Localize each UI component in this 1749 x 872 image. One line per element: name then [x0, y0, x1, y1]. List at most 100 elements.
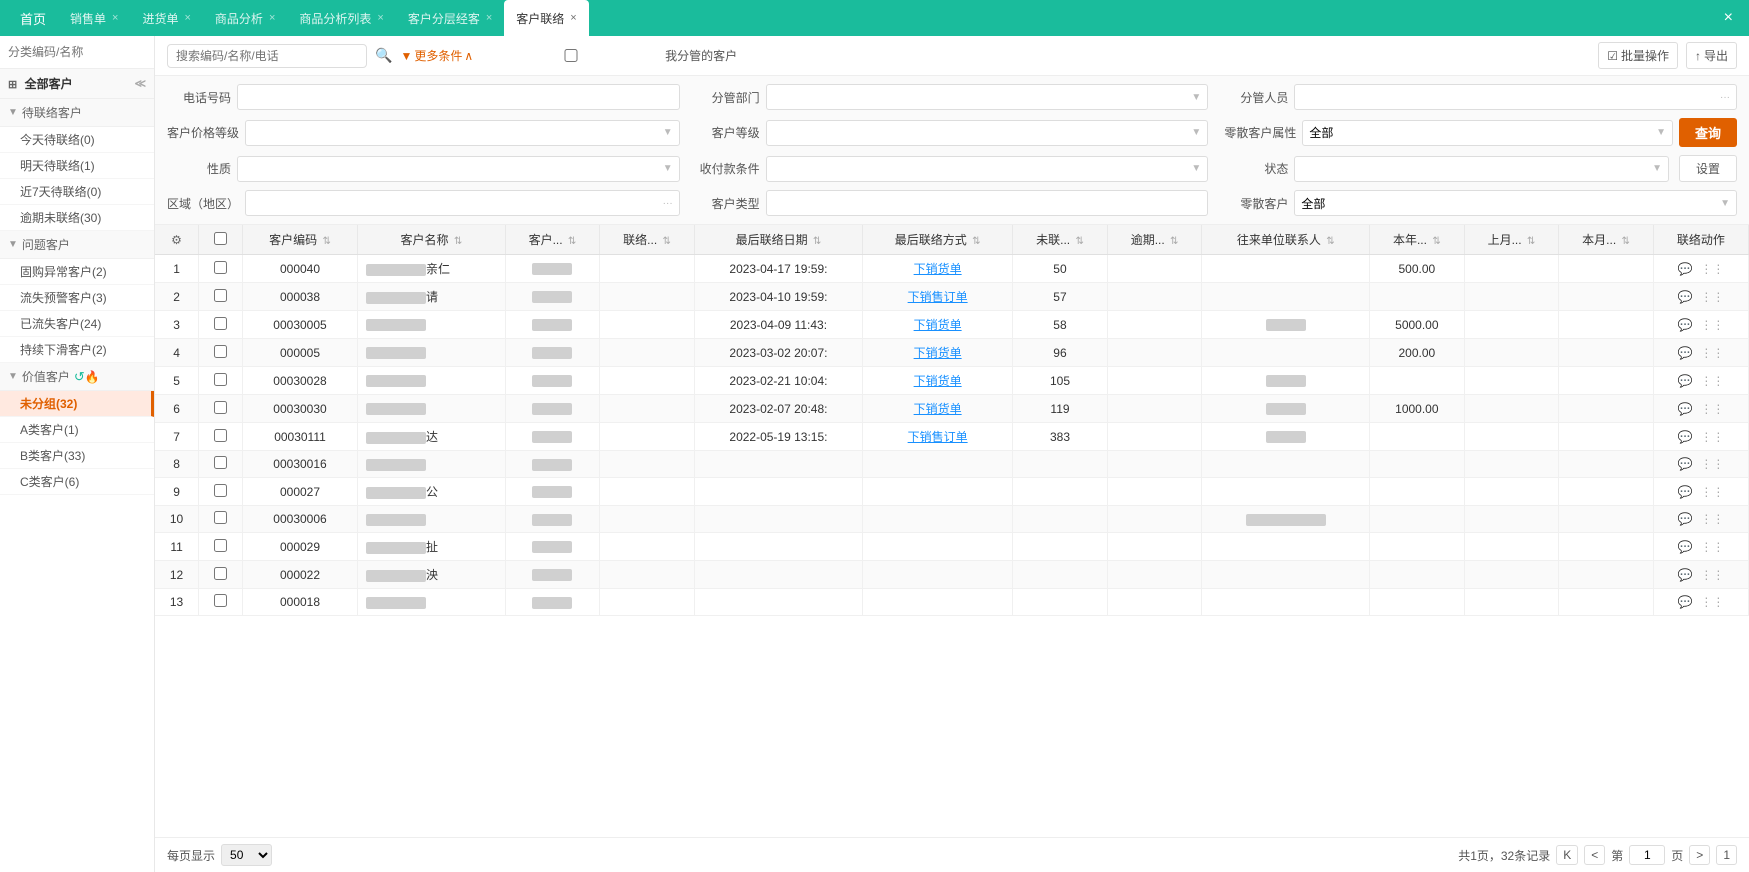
chat-icon[interactable]: 💬 [1677, 290, 1692, 304]
select-all-checkbox[interactable] [214, 232, 227, 245]
more-icon[interactable]: ⋮⋮ [1700, 346, 1724, 360]
more-icon[interactable]: ⋮⋮ [1700, 540, 1724, 554]
sidebar-group-problem[interactable]: ▼ 问题客户 [0, 231, 154, 259]
more-icon[interactable]: ⋮⋮ [1700, 457, 1724, 471]
settings-col-header[interactable]: ⚙ [155, 225, 199, 255]
this-year-col-header[interactable]: 本年... ⇅ [1370, 225, 1465, 255]
row-select-checkbox[interactable] [214, 567, 227, 580]
sidebar-item-today[interactable]: 今天待联络(0) [0, 127, 154, 153]
region-select[interactable]: ··· [245, 190, 680, 216]
more-icon[interactable]: ⋮⋮ [1700, 485, 1724, 499]
close-icon[interactable]: × [570, 12, 576, 24]
row-checkbox[interactable] [199, 311, 243, 339]
more-icon[interactable]: ⋮⋮ [1700, 290, 1724, 304]
chat-icon[interactable]: 💬 [1677, 512, 1692, 526]
sidebar-item-class-a[interactable]: A类客户(1) [0, 417, 154, 443]
close-icon[interactable]: × [377, 12, 383, 24]
contact-col-header[interactable]: 联络... ⇅ [600, 225, 695, 255]
sidebar-item-class-c[interactable]: C类客户(6) [0, 469, 154, 495]
row-checkbox[interactable] [199, 367, 243, 395]
more-icon[interactable]: ⋮⋮ [1700, 318, 1724, 332]
price-level-select[interactable]: ▼ [245, 120, 680, 146]
name-col-header[interactable]: 客户名称 ⇅ [358, 225, 506, 255]
overdue-col-header[interactable]: 逾期... ⇅ [1107, 225, 1202, 255]
last-date-col-header[interactable]: 最后联络日期 ⇅ [694, 225, 862, 255]
reset-button[interactable]: 设置 [1679, 155, 1737, 182]
row-checkbox[interactable] [199, 255, 243, 283]
nature-select[interactable]: ▼ [237, 156, 680, 182]
first-page-button[interactable]: K [1556, 845, 1578, 865]
page-input[interactable]: 1 [1629, 845, 1665, 865]
row-checkbox[interactable] [199, 339, 243, 367]
phone-input[interactable] [237, 84, 680, 110]
row-checkbox[interactable] [199, 283, 243, 311]
row-select-checkbox[interactable] [214, 456, 227, 469]
row-checkbox[interactable] [199, 395, 243, 423]
more-icon[interactable]: ⋮⋮ [1700, 512, 1724, 526]
row-checkbox[interactable] [199, 423, 243, 451]
my-customers-checkbox[interactable]: 我分管的客户 [481, 47, 737, 64]
tab-customer-segment[interactable]: 客户分层经客 × [396, 0, 504, 36]
customer-level-select[interactable]: ▼ [766, 120, 1209, 146]
contact-method-link[interactable]: 下销货单 [914, 346, 962, 360]
tab-product-analysis[interactable]: 商品分析 × [203, 0, 287, 36]
dept-select[interactable]: ▼ [766, 84, 1209, 110]
row-select-checkbox[interactable] [214, 345, 227, 358]
this-month-col-header[interactable]: 本月... ⇅ [1559, 225, 1654, 255]
chat-icon[interactable]: 💬 [1677, 318, 1692, 332]
tab-home[interactable]: 首页 [8, 9, 58, 28]
payment-select[interactable]: ▼ [766, 156, 1209, 182]
row-checkbox[interactable] [199, 533, 243, 561]
last-month-col-header[interactable]: 上月... ⇅ [1464, 225, 1559, 255]
checkbox-col-header[interactable] [199, 225, 243, 255]
sidebar-item-abnormal[interactable]: 固购异常客户(2) [0, 259, 154, 285]
sidebar-group-value[interactable]: ▼ 价值客户 ↺ 🔥 [0, 363, 154, 391]
sidebar-item-overdue[interactable]: 逾期未联络(30) [0, 205, 154, 231]
chat-icon[interactable]: 💬 [1677, 402, 1692, 416]
tab-purchase-order[interactable]: 进货单 × [130, 0, 202, 36]
sidebar-item-tomorrow[interactable]: 明天待联络(1) [0, 153, 154, 179]
row-checkbox[interactable] [199, 478, 243, 506]
row-select-checkbox[interactable] [214, 289, 227, 302]
row-select-checkbox[interactable] [214, 317, 227, 330]
chat-icon[interactable]: 💬 [1677, 430, 1692, 444]
prev-page-button[interactable]: < [1584, 845, 1605, 865]
more-icon[interactable]: ⋮⋮ [1700, 402, 1724, 416]
row-select-checkbox[interactable] [214, 373, 227, 386]
tab-sales-order[interactable]: 销售单 × [58, 0, 130, 36]
sidebar-item-lost[interactable]: 已流失客户(24) [0, 311, 154, 337]
chat-icon[interactable]: 💬 [1677, 485, 1692, 499]
row-select-checkbox[interactable] [214, 511, 227, 524]
row-checkbox[interactable] [199, 506, 243, 533]
row-checkbox[interactable] [199, 589, 243, 616]
contact-method-link[interactable]: 下销售订单 [908, 290, 968, 304]
manager-select[interactable]: ··· [1294, 84, 1737, 110]
close-icon[interactable]: × [184, 12, 190, 24]
not-contacted-col-header[interactable]: 未联... ⇅ [1013, 225, 1108, 255]
chat-icon[interactable]: 💬 [1677, 568, 1692, 582]
row-select-checkbox[interactable] [214, 539, 227, 552]
more-icon[interactable]: ⋮⋮ [1700, 595, 1724, 609]
search-button[interactable]: 🔍 [375, 47, 392, 64]
contact-method-link[interactable]: 下销货单 [914, 374, 962, 388]
chat-icon[interactable]: 💬 [1677, 540, 1692, 554]
customer-type-select[interactable] [766, 190, 1209, 216]
row-select-checkbox[interactable] [214, 484, 227, 497]
row-select-checkbox[interactable] [214, 429, 227, 442]
more-icon[interactable]: ⋮⋮ [1700, 262, 1724, 276]
chat-icon[interactable]: 💬 [1677, 457, 1692, 471]
last-page-button[interactable]: 1 [1716, 845, 1737, 865]
contact-method-link[interactable]: 下销货单 [914, 402, 962, 416]
more-icon[interactable]: ⋮⋮ [1700, 430, 1724, 444]
more-conditions-link[interactable]: ▼ 更多条件 ∧ [400, 47, 473, 64]
row-select-checkbox[interactable] [214, 401, 227, 414]
page-size-select[interactable]: 50 100 [221, 844, 272, 866]
export-button[interactable]: ↑ 导出 [1686, 42, 1737, 69]
row-checkbox[interactable] [199, 561, 243, 589]
sidebar-item-unclassified[interactable]: 未分组(32) [0, 391, 154, 417]
chat-icon[interactable]: 💬 [1677, 262, 1692, 276]
last-method-col-header[interactable]: 最后联络方式 ⇅ [863, 225, 1013, 255]
more-icon[interactable]: ⋮⋮ [1700, 568, 1724, 582]
refresh-icon[interactable]: ↺ [74, 369, 85, 385]
sidebar-search-input[interactable] [8, 45, 155, 59]
